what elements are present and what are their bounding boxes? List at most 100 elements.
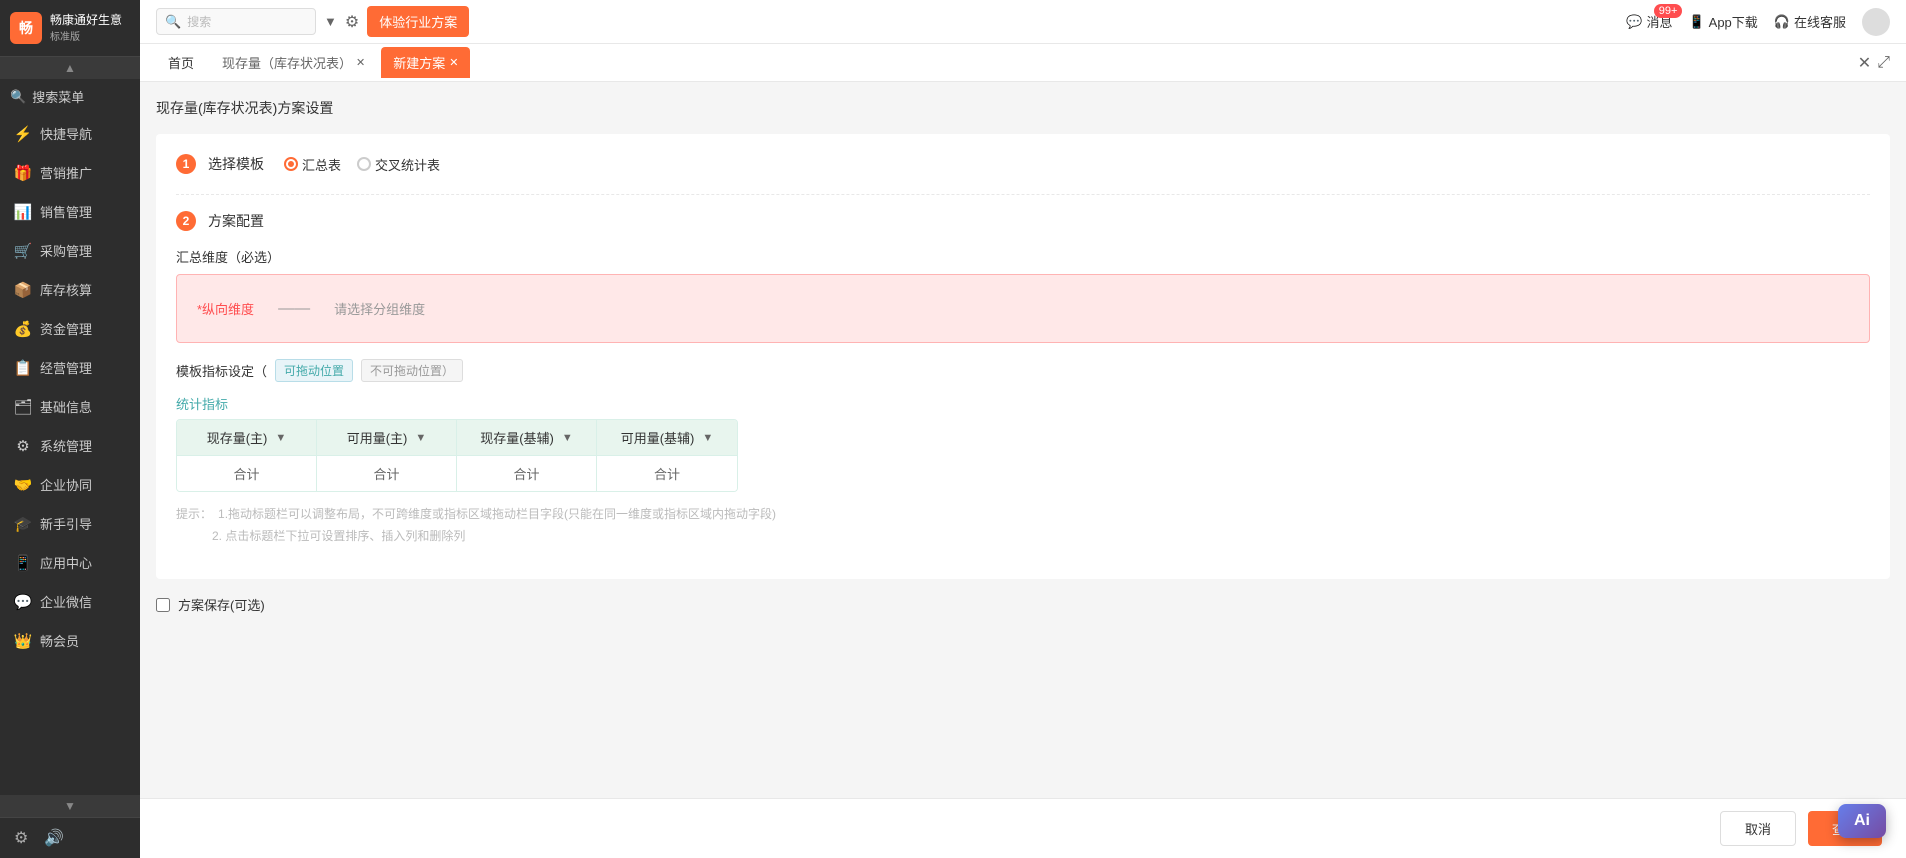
- stats-col-1-header[interactable]: 现存量(主) ▼: [177, 420, 317, 455]
- ai-button[interactable]: Ai: [1838, 804, 1886, 838]
- header-search-bar[interactable]: 🔍 搜索: [156, 8, 316, 35]
- online-service-button[interactable]: 🎧 在线客服: [1774, 12, 1846, 31]
- search-bar-placeholder: 搜索: [187, 13, 211, 30]
- sidebar-item-operations[interactable]: 📋 经营管理: [0, 348, 140, 387]
- content-area: 现存量(库存状况表)方案设置 1 选择模板 汇总表 交叉统计表: [140, 82, 1906, 798]
- save-checkbox[interactable]: [156, 598, 170, 612]
- template-radio-group: 汇总表 交叉统计表: [284, 155, 440, 174]
- sidebar-item-purchase[interactable]: 🛒 采购管理: [0, 231, 140, 270]
- step1-row: 1 选择模板 汇总表 交叉统计表: [176, 154, 1870, 174]
- sidebar-item-label: 经营管理: [40, 358, 92, 377]
- top-header: 🔍 搜索 ▼ ⚙ 体验行业方案 💬 消息 99+ 📱 App下载 🎧 在线客服: [140, 0, 1906, 44]
- sidebar-scroll-up[interactable]: ▲: [0, 57, 140, 79]
- stats-data-row: 合计 合计 合计 合计: [177, 455, 737, 491]
- sidebar-item-vip[interactable]: 👑 畅会员: [0, 621, 140, 660]
- tabs-bar: 首页 现存量（库存状况表） ✕ 新建方案 ✕ ✕ ⤢: [140, 44, 1906, 82]
- sidebar-item-marketing[interactable]: 🎁 营销推广: [0, 153, 140, 192]
- sidebar-item-label: 库存核算: [40, 280, 92, 299]
- sidebar-item-label: 企业微信: [40, 592, 92, 611]
- stats-col-3-data: 合计: [457, 455, 597, 491]
- step2-label: 方案配置: [208, 211, 264, 231]
- stats-col-4-data: 合计: [597, 455, 737, 491]
- indicator-settings: 模板指标设定（ 可拖动位置 不可拖动位置）: [176, 359, 1870, 382]
- header-dropdown[interactable]: ▼: [324, 14, 337, 29]
- summary-dimension-label: 汇总维度（必选）: [176, 247, 1870, 266]
- radio-dot-summary: [284, 157, 298, 171]
- tab-expand-button[interactable]: ⤢: [1877, 53, 1890, 73]
- app-logo-icon: 畅: [10, 12, 42, 44]
- indicator-settings-label: 模板指标设定（ 可拖动位置 不可拖动位置）: [176, 359, 1870, 382]
- sidebar-item-inventory[interactable]: 📦 库存核算: [0, 270, 140, 309]
- action-bar: 取消 查询: [140, 798, 1906, 858]
- col-4-chevron-icon[interactable]: ▼: [702, 432, 713, 444]
- sidebar-item-basic-info[interactable]: 🗂 基础信息: [0, 387, 140, 426]
- step2-row: 2 方案配置: [176, 211, 1870, 231]
- col-3-sub: 合计: [513, 464, 539, 483]
- sidebar-item-wechat[interactable]: 💬 企业微信: [0, 582, 140, 621]
- stats-section: 统计指标 现存量(主) ▼ 可用量(主) ▼ 现存量(基辅): [176, 394, 1870, 492]
- tab-inventory-close-icon[interactable]: ✕: [356, 56, 365, 69]
- sidebar-item-sales[interactable]: 📊 销售管理: [0, 192, 140, 231]
- sidebar-item-finance[interactable]: 💰 资金管理: [0, 309, 140, 348]
- sidebar-item-guide[interactable]: 🎓 新手引导: [0, 504, 140, 543]
- col-3-chevron-icon[interactable]: ▼: [562, 432, 573, 444]
- volume-footer-icon[interactable]: 🔊: [44, 828, 64, 848]
- basic-info-icon: 🗂: [14, 398, 32, 416]
- col-1-chevron-icon[interactable]: ▼: [275, 432, 286, 444]
- stats-col-4-header[interactable]: 可用量(基辅) ▼: [597, 420, 737, 455]
- tab-new-plan-close-icon[interactable]: ✕: [449, 56, 458, 69]
- vip-icon: 👑: [14, 632, 32, 650]
- message-button[interactable]: 💬 消息 99+: [1626, 12, 1672, 31]
- dimension-required: *纵向维度: [197, 299, 254, 318]
- tab-close-button[interactable]: ✕: [1858, 53, 1871, 73]
- sidebar-footer: ⚙ 🔊: [0, 817, 140, 858]
- sidebar-item-system[interactable]: ⚙ 系统管理: [0, 426, 140, 465]
- gear-button[interactable]: ⚙: [345, 12, 359, 32]
- trial-plan-button[interactable]: 体验行业方案: [367, 6, 469, 37]
- tab-inventory-status[interactable]: 现存量（库存状况表） ✕: [210, 47, 377, 78]
- radio-cross[interactable]: 交叉统计表: [357, 155, 440, 174]
- user-avatar[interactable]: [1862, 8, 1890, 36]
- draggable-tag: 可拖动位置: [275, 359, 353, 382]
- config-section: 1 选择模板 汇总表 交叉统计表 2 方案配置: [156, 134, 1890, 579]
- header-left: 🔍 搜索 ▼ ⚙ 体验行业方案: [156, 6, 1614, 37]
- col-4-label: 可用量(基辅): [621, 428, 695, 447]
- tab-home[interactable]: 首页: [156, 47, 206, 78]
- sidebar-item-label: 快捷导航: [40, 124, 92, 143]
- sidebar-item-label: 资金管理: [40, 319, 92, 338]
- cancel-button[interactable]: 取消: [1720, 811, 1796, 846]
- sidebar-item-cooperation[interactable]: 🤝 企业协同: [0, 465, 140, 504]
- purchase-icon: 🛒: [14, 242, 32, 260]
- dimension-separator: ——: [278, 300, 310, 318]
- stats-col-2-header[interactable]: 可用量(主) ▼: [317, 420, 457, 455]
- radio-summary[interactable]: 汇总表: [284, 155, 341, 174]
- config-footer: 方案保存(可选): [156, 595, 1890, 614]
- col-2-chevron-icon[interactable]: ▼: [415, 432, 426, 444]
- sidebar-item-label: 应用中心: [40, 553, 92, 572]
- stats-col-3-header[interactable]: 现存量(基辅) ▼: [457, 420, 597, 455]
- radio-cross-label: 交叉统计表: [375, 155, 440, 174]
- non-draggable-tag: 不可拖动位置）: [361, 359, 463, 382]
- tips-text: 提示： 1.拖动标题栏可以调整布局，不可跨维度或指标区域拖动栏目字段(只能在同一…: [176, 504, 1870, 547]
- sidebar-item-apps[interactable]: 📱 应用中心: [0, 543, 140, 582]
- dimension-area[interactable]: *纵向维度 —— 请选择分组维度: [176, 274, 1870, 343]
- tip-line-1: 提示： 1.拖动标题栏可以调整布局，不可跨维度或指标区域拖动栏目字段(只能在同一…: [176, 504, 1870, 526]
- app-version: 标准版: [50, 28, 122, 43]
- stats-table: 现存量(主) ▼ 可用量(主) ▼ 现存量(基辅) ▼ 可用量(基辅): [176, 419, 738, 492]
- sidebar-item-label: 基础信息: [40, 397, 92, 416]
- sidebar-search[interactable]: 🔍 搜索菜单: [0, 79, 140, 114]
- sidebar-scroll-down[interactable]: ▼: [0, 795, 140, 817]
- sidebar-item-label: 企业协同: [40, 475, 92, 494]
- tabs-right: ✕ ⤢: [1858, 53, 1890, 73]
- save-label: 方案保存(可选): [178, 595, 265, 614]
- settings-footer-icon[interactable]: ⚙: [14, 828, 28, 848]
- guide-icon: 🎓: [14, 515, 32, 533]
- tab-new-plan[interactable]: 新建方案 ✕: [381, 47, 470, 78]
- sidebar-item-quick-nav[interactable]: ⚡ 快捷导航: [0, 114, 140, 153]
- page-title: 现存量(库存状况表)方案设置: [156, 98, 1890, 118]
- app-download-button[interactable]: 📱 App下载: [1688, 12, 1757, 31]
- finance-icon: 💰: [14, 320, 32, 338]
- marketing-icon: 🎁: [14, 164, 32, 182]
- tab-inventory-label: 现存量（库存状况表）: [222, 53, 352, 72]
- operations-icon: 📋: [14, 359, 32, 377]
